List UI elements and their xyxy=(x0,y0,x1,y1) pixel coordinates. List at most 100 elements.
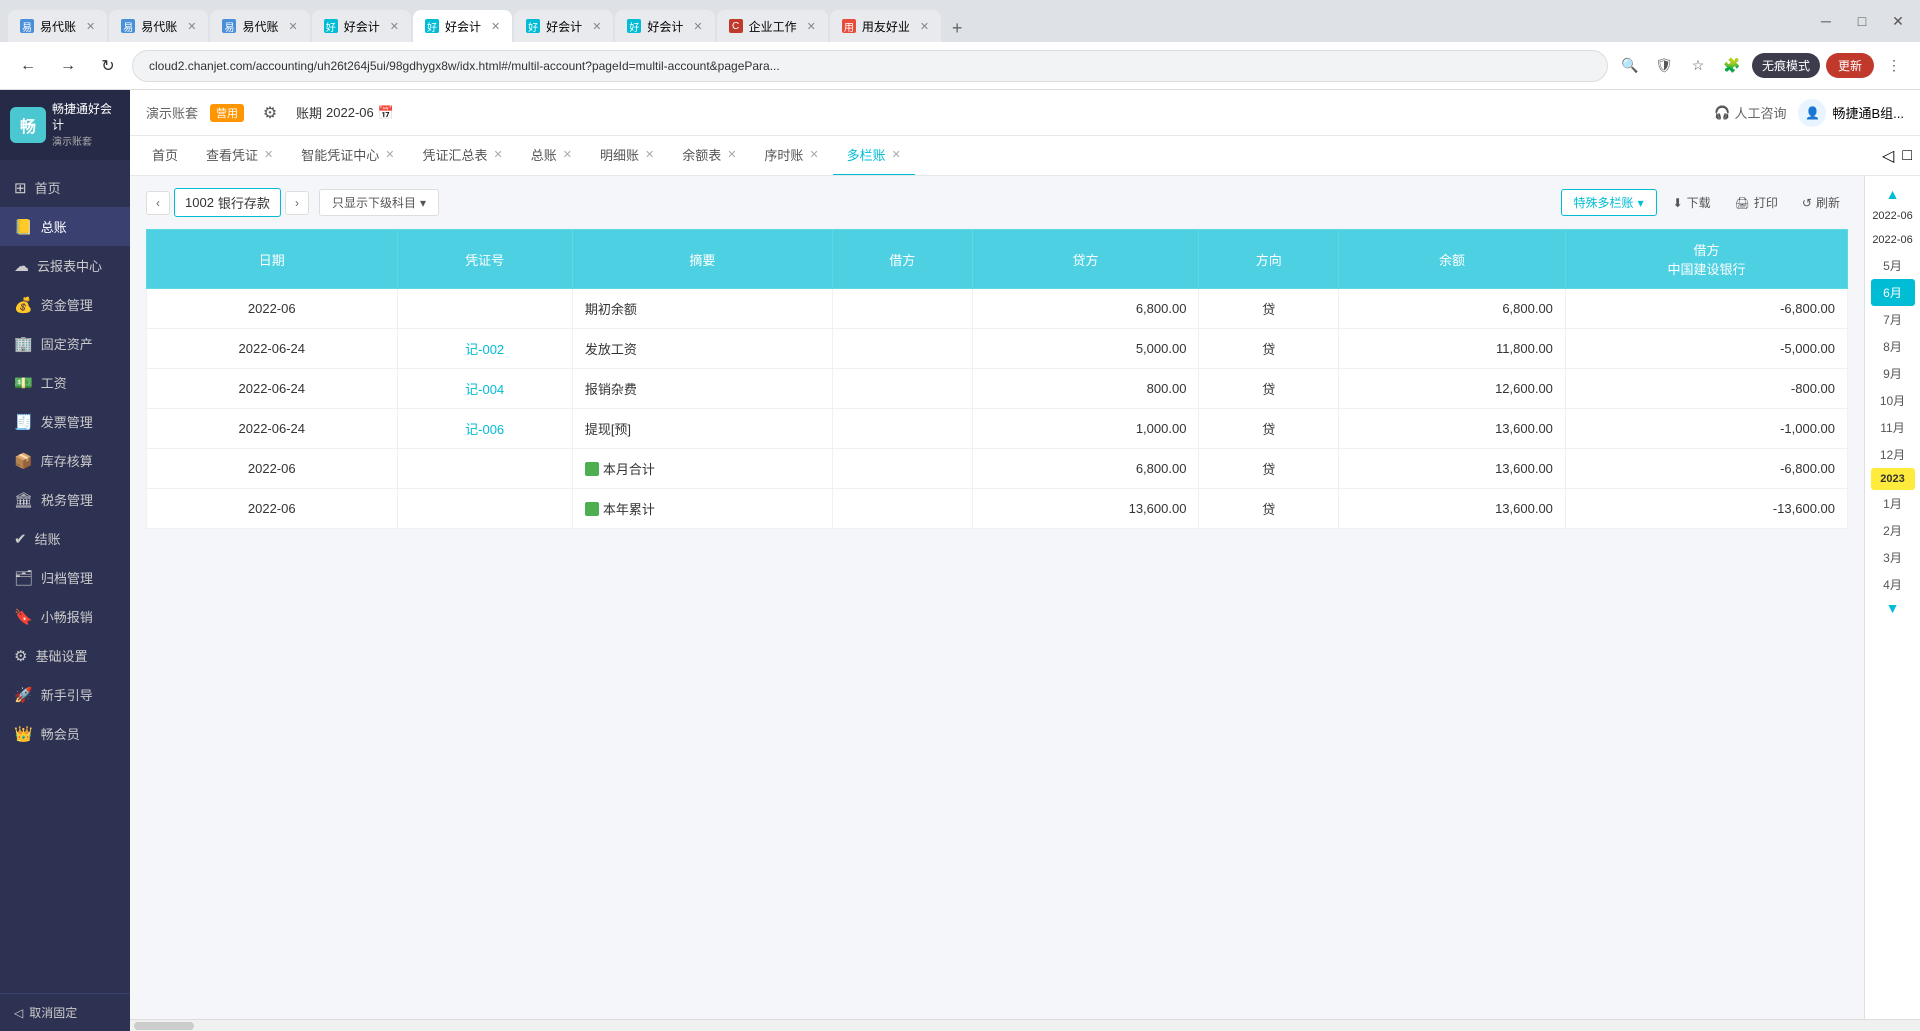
tab-close-7[interactable]: ✕ xyxy=(693,20,702,33)
browser-tab-2[interactable]: 易 易代账 ✕ xyxy=(109,10,208,42)
new-tab-button[interactable]: + xyxy=(943,14,971,42)
sidebar-item-cloud-report[interactable]: ☁ 云报表中心 xyxy=(0,246,130,285)
tab-balance-close[interactable]: ✕ xyxy=(727,148,736,161)
month-mar[interactable]: 3月 xyxy=(1871,544,1915,571)
horizontal-scrollbar[interactable] xyxy=(130,1019,1920,1031)
month-sep[interactable]: 9月 xyxy=(1871,360,1915,387)
tab-close-4[interactable]: ✕ xyxy=(390,20,399,33)
minimize-button[interactable]: ─ xyxy=(1812,7,1840,35)
voucher-link-2[interactable]: 记-004 xyxy=(465,382,504,397)
tab-detail-ledger-close[interactable]: ✕ xyxy=(645,148,654,161)
search-icon[interactable]: 🔍 xyxy=(1616,52,1644,80)
print-button[interactable]: 🖨 打印 xyxy=(1727,190,1786,215)
tab-close-8[interactable]: ✕ xyxy=(807,20,816,33)
refresh-button[interactable]: ↺ 刷新 xyxy=(1794,190,1848,215)
account-next-button[interactable]: › xyxy=(285,191,309,215)
tab-voucher-view-close[interactable]: ✕ xyxy=(264,148,273,161)
sidebar-item-closing[interactable]: ✔ 结账 xyxy=(0,519,130,558)
month-aug[interactable]: 8月 xyxy=(1871,333,1915,360)
sidebar-item-inventory[interactable]: 📦 库存核算 xyxy=(0,441,130,480)
sidebar-item-invoice[interactable]: 🧾 发票管理 xyxy=(0,402,130,441)
sidebar-item-tax[interactable]: 🏛 税务管理 xyxy=(0,480,130,519)
voucher-link-1[interactable]: 记-002 xyxy=(465,342,504,357)
help-button[interactable]: 🎧 人工咨询 xyxy=(1714,103,1786,122)
month-nov[interactable]: 11月 xyxy=(1871,414,1915,441)
user-info[interactable]: 👤 畅捷通B组... xyxy=(1798,99,1904,127)
sidebar-item-payroll[interactable]: 💵 工资 xyxy=(0,363,130,402)
tab-close-2[interactable]: ✕ xyxy=(187,20,196,33)
sidebar-pin-toggle[interactable]: ◁ 取消固定 xyxy=(0,993,130,1031)
update-button[interactable]: 更新 xyxy=(1826,53,1874,78)
filter-subcategory-button[interactable]: 只显示下级科目 ▾ xyxy=(319,189,439,216)
browser-tab-4[interactable]: 好 好会计 ✕ xyxy=(312,10,411,42)
tab-voucher-summary-close[interactable]: ✕ xyxy=(494,148,503,161)
month-jan[interactable]: 1月 xyxy=(1871,490,1915,517)
scroll-up-button[interactable]: ▲ xyxy=(1879,184,1907,204)
tab-home[interactable]: 首页 xyxy=(138,136,192,176)
voucher-link-3[interactable]: 记-006 xyxy=(465,422,504,437)
month-may[interactable]: 5月 xyxy=(1871,252,1915,279)
tab-chronological-close[interactable]: ✕ xyxy=(809,148,818,161)
sidebar-item-expense[interactable]: 🔖 小畅报销 xyxy=(0,597,130,636)
tab-voucher-summary[interactable]: 凭证汇总表 ✕ xyxy=(408,136,516,176)
download-button[interactable]: ⬇ 下载 xyxy=(1665,190,1719,215)
sidebar-item-home[interactable]: ⊞ 首页 xyxy=(0,168,130,207)
browser-tab-6[interactable]: 好 好会计 ✕ xyxy=(514,10,613,42)
tab-smart-voucher-close[interactable]: ✕ xyxy=(385,148,394,161)
back-button[interactable]: ← xyxy=(12,50,44,82)
maximize-button[interactable]: □ xyxy=(1848,7,1876,35)
settings-gear-icon[interactable]: ⚙ xyxy=(256,99,284,127)
account-selector[interactable]: 1002 银行存款 xyxy=(174,188,281,217)
calendar-icon[interactable]: 📅 xyxy=(378,105,394,121)
sidebar-item-funds[interactable]: 💰 资金管理 xyxy=(0,285,130,324)
tab-multi-column-close[interactable]: ✕ xyxy=(892,148,901,161)
tab-multi-column[interactable]: 多栏账 ✕ xyxy=(833,136,915,176)
tab-close-3[interactable]: ✕ xyxy=(288,20,297,33)
tab-general-ledger[interactable]: 总账 ✕ xyxy=(517,136,586,176)
star-icon[interactable]: ☆ xyxy=(1684,52,1712,80)
browser-tab-5[interactable]: 好 好会计 ✕ xyxy=(413,10,512,42)
browser-tab-8[interactable]: C 企业工作 ✕ xyxy=(717,10,828,42)
forward-button[interactable]: → xyxy=(52,50,84,82)
tab-close-5[interactable]: ✕ xyxy=(491,20,500,33)
sidebar-item-settings[interactable]: ⚙ 基础设置 xyxy=(0,636,130,675)
sidebar-item-guide[interactable]: 🚀 新手引导 xyxy=(0,675,130,714)
browser-tab-7[interactable]: 好 好会计 ✕ xyxy=(615,10,714,42)
month-apr[interactable]: 4月 xyxy=(1871,571,1915,598)
incognito-button[interactable]: 无痕模式 xyxy=(1752,53,1820,78)
month-oct[interactable]: 10月 xyxy=(1871,387,1915,414)
tab-close-6[interactable]: ✕ xyxy=(592,20,601,33)
close-window-button[interactable]: ✕ xyxy=(1884,7,1912,35)
sidebar-item-member[interactable]: 👑 畅会员 xyxy=(0,714,130,753)
cell-voucher-1[interactable]: 记-002 xyxy=(397,329,572,369)
collapse-panel-button[interactable]: ◁ xyxy=(1882,146,1894,166)
extension-icon[interactable]: 🧩 xyxy=(1718,52,1746,80)
tab-detail-ledger[interactable]: 明细账 ✕ xyxy=(586,136,668,176)
browser-tab-3[interactable]: 易 易代账 ✕ xyxy=(210,10,309,42)
tab-general-ledger-close[interactable]: ✕ xyxy=(563,148,572,161)
tab-smart-voucher[interactable]: 智能凭证中心 ✕ xyxy=(287,136,408,176)
browser-tab-9[interactable]: 用 用友好业 ✕ xyxy=(830,10,941,42)
cell-voucher-2[interactable]: 记-004 xyxy=(397,369,572,409)
scroll-down-button[interactable]: ▼ xyxy=(1879,598,1907,618)
reload-button[interactable]: ↻ xyxy=(92,50,124,82)
sidebar-item-archive[interactable]: 🗂 归档管理 xyxy=(0,558,130,597)
menu-icon[interactable]: ⋮ xyxy=(1880,52,1908,80)
month-dec[interactable]: 12月 xyxy=(1871,441,1915,468)
month-jun[interactable]: 6月 xyxy=(1871,279,1915,306)
tab-voucher-view[interactable]: 查看凭证 ✕ xyxy=(192,136,287,176)
browser-tab-1[interactable]: 易 易代账 ✕ xyxy=(8,10,107,42)
expand-panel-button[interactable]: □ xyxy=(1902,146,1912,166)
scrollbar-thumb[interactable] xyxy=(134,1022,194,1030)
tab-close-1[interactable]: ✕ xyxy=(86,20,95,33)
tab-balance[interactable]: 余额表 ✕ xyxy=(668,136,750,176)
tab-close-9[interactable]: ✕ xyxy=(920,20,929,33)
sidebar-item-fixed-assets[interactable]: 🏢 固定资产 xyxy=(0,324,130,363)
cell-voucher-3[interactable]: 记-006 xyxy=(397,409,572,449)
account-prev-button[interactable]: ‹ xyxy=(146,191,170,215)
tab-chronological[interactable]: 序时账 ✕ xyxy=(750,136,832,176)
special-ledger-button[interactable]: 特殊多栏账 ▾ xyxy=(1561,189,1657,216)
account-type-tag[interactable]: 营用 xyxy=(210,104,244,122)
sidebar-item-ledger[interactable]: 📒 总账 xyxy=(0,207,130,246)
month-feb[interactable]: 2月 xyxy=(1871,517,1915,544)
